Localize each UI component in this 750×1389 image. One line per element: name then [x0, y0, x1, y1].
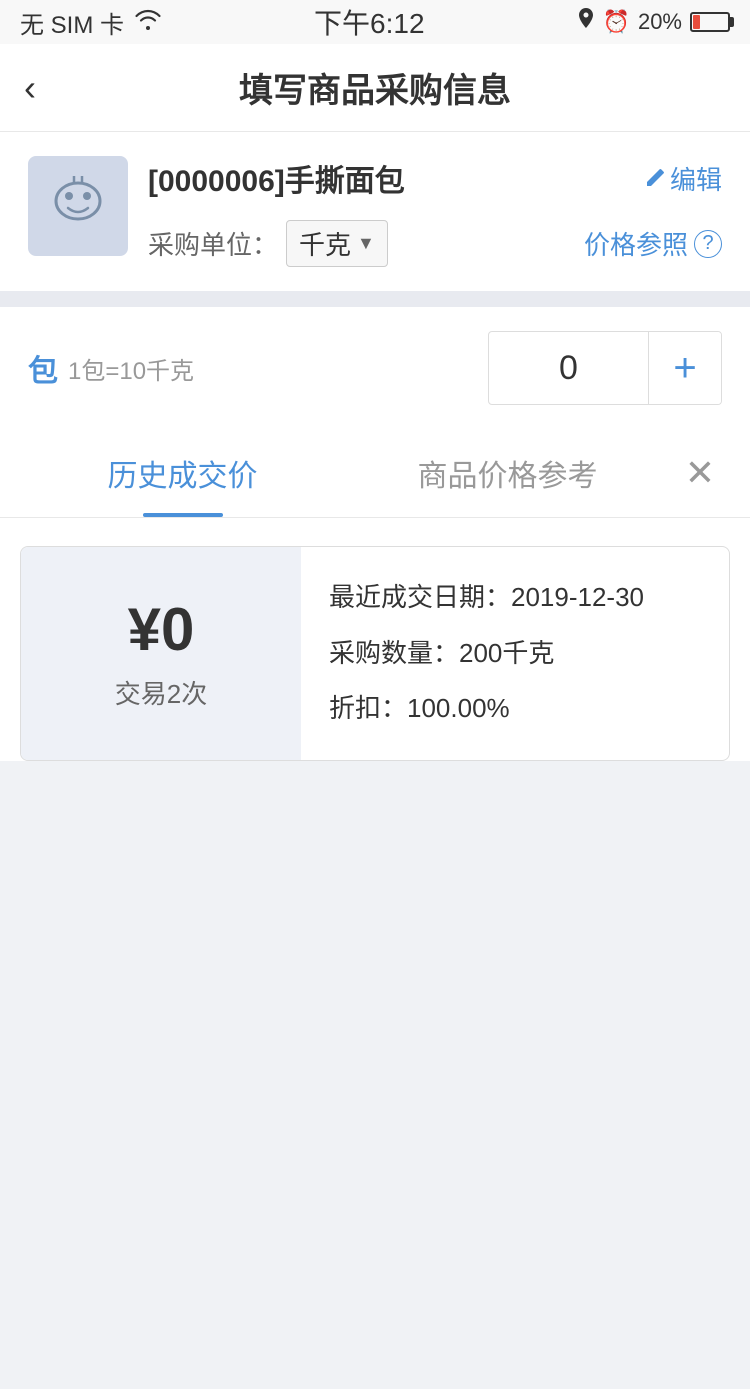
price-summary: ¥0 交易2次	[21, 547, 301, 760]
edit-button[interactable]: 编辑	[644, 160, 722, 197]
quantity-control: 0 +	[488, 331, 722, 405]
status-bar: 无 SIM 卡 下午6:12 ⏰ 20%	[0, 0, 750, 44]
price-amount: ¥0	[128, 595, 195, 664]
product-logo-icon	[48, 176, 108, 236]
detail-discount: 折扣：100.00%	[329, 688, 701, 730]
unit-value: 千克	[299, 225, 351, 262]
status-time: 下午6:12	[314, 2, 425, 42]
currency-symbol: ¥	[128, 596, 161, 663]
location-icon	[577, 8, 595, 36]
dropdown-icon: ▼	[357, 233, 375, 254]
unit-icon: 包	[28, 346, 58, 390]
tab-section: 历史成交价 商品价格参考 ✕ ¥0 交易2次 最近成交日期：2019-12-30…	[0, 429, 750, 761]
product-card: [0000006]手撕面包 编辑 采购单位： 千克 ▼ 价格参照 ?	[0, 132, 750, 291]
trade-count: 交易2次	[115, 674, 207, 711]
page-title: 填写商品采购信息	[239, 63, 511, 112]
detail-date-label: 最近成交日期：	[329, 582, 511, 612]
detail-quantity: 采购数量：200千克	[329, 633, 701, 675]
unit-label: 采购单位：	[148, 225, 278, 262]
product-logo	[28, 156, 128, 256]
detail-date: 最近成交日期：2019-12-30	[329, 577, 701, 619]
battery-icon	[690, 12, 730, 32]
price-details: 最近成交日期：2019-12-30 采购数量：200千克 折扣：100.00%	[301, 547, 729, 760]
price-reference-button[interactable]: 价格参照 ?	[584, 225, 722, 262]
tab-header: 历史成交价 商品价格参考 ✕	[0, 429, 750, 518]
wifi-icon	[134, 8, 162, 37]
tab-close-button[interactable]: ✕	[670, 429, 730, 517]
back-button[interactable]: ‹	[24, 67, 36, 109]
detail-discount-value: 100.00%	[407, 693, 510, 723]
status-left: 无 SIM 卡	[20, 5, 162, 40]
tab-product-price-ref[interactable]: 商品价格参考	[345, 429, 670, 517]
price-ref-label: 价格参照	[584, 225, 688, 262]
amount-value: 0	[161, 596, 194, 663]
alarm-icon: ⏰	[603, 9, 630, 35]
battery-text: 20%	[638, 9, 682, 35]
help-icon: ?	[694, 230, 722, 258]
carrier-text: 无 SIM 卡	[20, 5, 124, 40]
section-divider	[0, 291, 750, 307]
price-card: ¥0 交易2次 最近成交日期：2019-12-30 采购数量：200千克 折扣：…	[20, 546, 730, 761]
detail-quantity-label: 采购数量：	[329, 638, 459, 668]
unit-select[interactable]: 千克 ▼	[286, 220, 388, 267]
detail-quantity-value: 200千克	[459, 638, 554, 668]
quantity-unit-area: 包 1包=10千克	[28, 346, 194, 390]
quantity-plus-button[interactable]: +	[649, 332, 721, 404]
product-name: [0000006]手撕面包	[148, 156, 405, 200]
page-background	[0, 789, 750, 1389]
product-info: [0000006]手撕面包 编辑 采购单位： 千克 ▼ 价格参照 ?	[148, 156, 722, 267]
product-name-row: [0000006]手撕面包 编辑	[148, 156, 722, 200]
unit-equiv: 1包=10千克	[68, 351, 194, 386]
detail-date-value: 2019-12-30	[511, 582, 644, 612]
detail-discount-label: 折扣：	[329, 693, 407, 723]
status-right: ⏰ 20%	[577, 8, 730, 36]
tab-history-price[interactable]: 历史成交价	[20, 429, 345, 517]
quantity-display: 0	[489, 332, 649, 404]
quantity-row: 包 1包=10千克 0 +	[0, 307, 750, 429]
nav-bar: ‹ 填写商品采购信息	[0, 44, 750, 132]
unit-row: 采购单位： 千克 ▼ 价格参照 ?	[148, 220, 722, 267]
